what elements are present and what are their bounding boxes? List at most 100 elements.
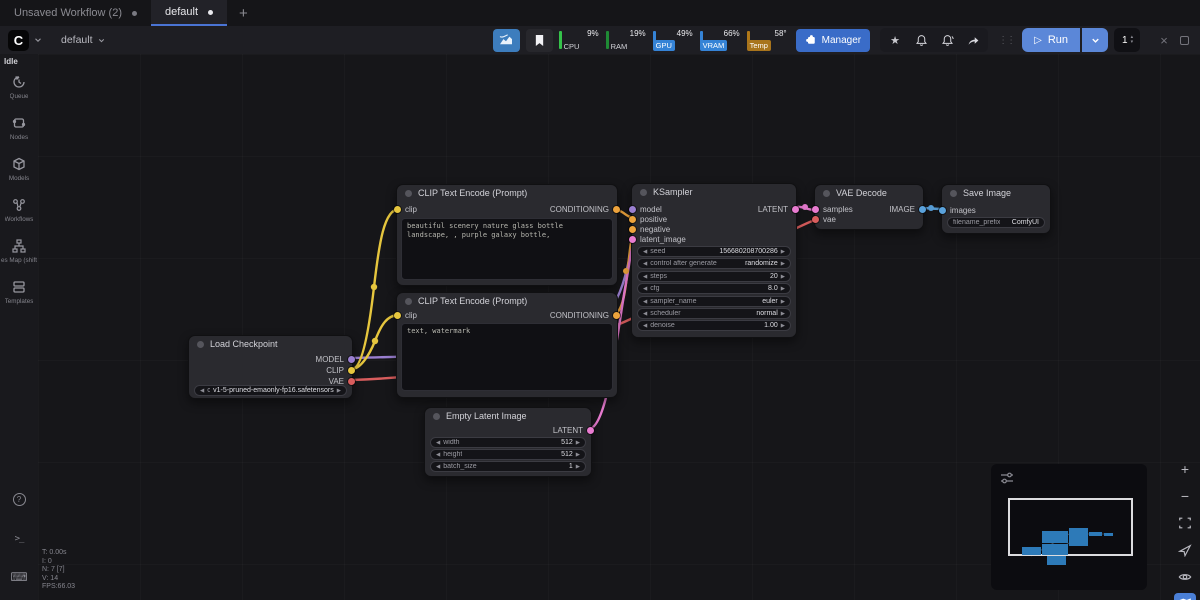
stats-panel-toggle-button[interactable] [492, 28, 520, 52]
ckpt-name-widget[interactable]: ◀ c ... v1-5-pruned-emaonly-fp16.safeten… [194, 385, 347, 396]
node-header[interactable]: Save Image [942, 185, 1050, 201]
batch-count-stepper[interactable]: 1 ▴ ▾ [1114, 28, 1140, 52]
increment-icon[interactable]: ▶ [781, 311, 785, 317]
increment-icon[interactable]: ▶ [781, 249, 785, 255]
node-header[interactable]: KSampler [632, 184, 796, 200]
zoom-in-button[interactable]: + [1174, 458, 1196, 480]
step-down-icon[interactable]: ▾ [1131, 40, 1134, 45]
collapse-dot[interactable] [405, 189, 412, 197]
increment-icon[interactable]: ▶ [781, 323, 785, 329]
node-header[interactable]: CLIP Text Encode (Prompt) [397, 185, 617, 201]
logo-menu-button[interactable] [33, 35, 43, 45]
vae-port-dot[interactable] [812, 216, 819, 223]
filename-prefix-widget[interactable]: filename_prefix ComfyUI [947, 217, 1045, 228]
collapse-dot[interactable] [197, 340, 204, 348]
latent-port-dot[interactable] [812, 206, 819, 213]
minimap[interactable] [991, 464, 1147, 590]
terminal-button[interactable]: >_ [15, 528, 25, 546]
sampler-name-widget[interactable]: ◀ sampler_name euler ▶ [637, 296, 791, 307]
run-button[interactable]: ▷ Run [1022, 28, 1080, 52]
decrement-icon[interactable]: ◀ [643, 299, 647, 305]
node-empty-latent-image[interactable]: Empty Latent Image LATENT ◀ width 512 ▶ … [424, 407, 594, 477]
vae-port-dot[interactable] [348, 378, 355, 385]
node-vae-decode[interactable]: VAE Decode samples vae IMAGE [812, 184, 926, 230]
increment-icon[interactable]: ▶ [576, 464, 580, 470]
height-widget[interactable]: ◀ height 512 ▶ [430, 449, 586, 460]
sidebar-item-nodes-map[interactable]: es Map (shift [0, 238, 38, 264]
zoom-out-button[interactable]: − [1174, 485, 1196, 507]
latent-port-dot[interactable] [792, 206, 799, 213]
sidebar-item-templates[interactable]: Templates [0, 279, 38, 305]
control-after-generate-widget[interactable]: ◀ control after generate randomize ▶ [637, 258, 791, 269]
input-port-negative[interactable]: negative [629, 225, 670, 234]
input-port-vae[interactable]: vae [812, 215, 836, 224]
node-ksampler[interactable]: KSampler model positive negative latent_… [629, 183, 799, 338]
prompt-text-widget[interactable]: text, watermark [401, 323, 613, 391]
input-port-model[interactable]: model [629, 205, 662, 214]
increment-icon[interactable]: ▶ [576, 440, 580, 446]
node-clip-text-encode-positive[interactable]: CLIP Text Encode (Prompt) clip CONDITION… [394, 184, 620, 286]
collapse-dot[interactable] [823, 189, 830, 197]
new-tab-button[interactable]: + [227, 0, 260, 26]
sidebar-item-queue[interactable]: Queue [0, 74, 38, 100]
node-header[interactable]: Empty Latent Image [425, 408, 591, 424]
decrement-icon[interactable]: ◀ [643, 311, 647, 317]
increment-icon[interactable]: ▶ [781, 286, 785, 292]
decrement-icon[interactable]: ◀ [643, 249, 647, 255]
conditioning-port-dot[interactable] [613, 312, 620, 319]
shortcuts-button[interactable]: ⌨ [10, 568, 27, 586]
bell-button[interactable] [910, 30, 932, 50]
increment-icon[interactable]: ▶ [781, 274, 785, 280]
clip-port-dot[interactable] [394, 206, 401, 213]
output-port-conditioning[interactable]: CONDITIONING [550, 311, 620, 320]
prompt-text-widget[interactable]: beautiful scenery nature glass bottle la… [401, 218, 613, 280]
sidebar-item-models[interactable]: Models [0, 156, 38, 182]
seed-widget[interactable]: ◀ seed 156680208700286 ▶ [637, 246, 791, 257]
input-port-positive[interactable]: positive [629, 215, 667, 224]
combo-right-icon[interactable]: ▶ [337, 388, 341, 394]
collapse-dot[interactable] [640, 188, 647, 196]
decrement-icon[interactable]: ◀ [436, 464, 440, 470]
output-port-latent[interactable]: LATENT [553, 426, 594, 435]
model-port-dot[interactable] [629, 206, 636, 213]
input-port-clip[interactable]: clip [394, 311, 417, 320]
node-header[interactable]: VAE Decode [815, 185, 923, 201]
increment-icon[interactable]: ▶ [781, 299, 785, 305]
image-port-dot[interactable] [939, 207, 946, 214]
star-button[interactable]: ★ [884, 30, 906, 50]
node-clip-text-encode-negative[interactable]: CLIP Text Encode (Prompt) clip CONDITION… [394, 292, 620, 398]
share-button[interactable] [962, 30, 984, 50]
increment-icon[interactable]: ▶ [576, 452, 580, 458]
toolbar-drag-handle[interactable]: ⋮⋮ [998, 35, 1016, 46]
bookmark-button[interactable] [525, 28, 553, 52]
output-port-conditioning[interactable]: CONDITIONING [550, 205, 620, 214]
conditioning-port-dot[interactable] [629, 226, 636, 233]
decrement-icon[interactable]: ◀ [436, 452, 440, 458]
stop-button[interactable] [1174, 30, 1194, 50]
output-port-clip[interactable]: CLIP [326, 366, 355, 375]
tab-default[interactable]: default [151, 0, 228, 26]
output-port-image[interactable]: IMAGE [889, 205, 926, 214]
increment-icon[interactable]: ▶ [781, 261, 785, 267]
batch-size-widget[interactable]: ◀ batch_size 1 ▶ [430, 461, 586, 472]
decrement-icon[interactable]: ◀ [436, 440, 440, 446]
conditioning-port-dot[interactable] [629, 216, 636, 223]
run-options-button[interactable] [1082, 28, 1108, 52]
tab-unsaved-workflow[interactable]: Unsaved Workflow (2) [0, 0, 151, 26]
cancel-button[interactable]: × [1154, 30, 1174, 50]
width-widget[interactable]: ◀ width 512 ▶ [430, 437, 586, 448]
input-port-clip[interactable]: clip [394, 205, 417, 214]
scheduler-widget[interactable]: ◀ scheduler normal ▶ [637, 308, 791, 319]
sidebar-item-nodes[interactable]: Nodes [0, 115, 38, 141]
output-port-latent[interactable]: LATENT [758, 205, 799, 214]
node-save-image[interactable]: Save Image images filename_prefix ComfyU… [939, 184, 1051, 234]
image-port-dot[interactable] [919, 206, 926, 213]
toggle-link-visibility-button[interactable] [1174, 566, 1196, 588]
latent-port-dot[interactable] [587, 427, 594, 434]
help-button[interactable]: ? [12, 493, 26, 506]
fit-view-button[interactable] [1174, 512, 1196, 534]
decrement-icon[interactable]: ◀ [643, 274, 647, 280]
clip-port-dot[interactable] [394, 312, 401, 319]
collapse-dot[interactable] [433, 412, 440, 420]
workflow-selector[interactable]: default [61, 34, 106, 46]
